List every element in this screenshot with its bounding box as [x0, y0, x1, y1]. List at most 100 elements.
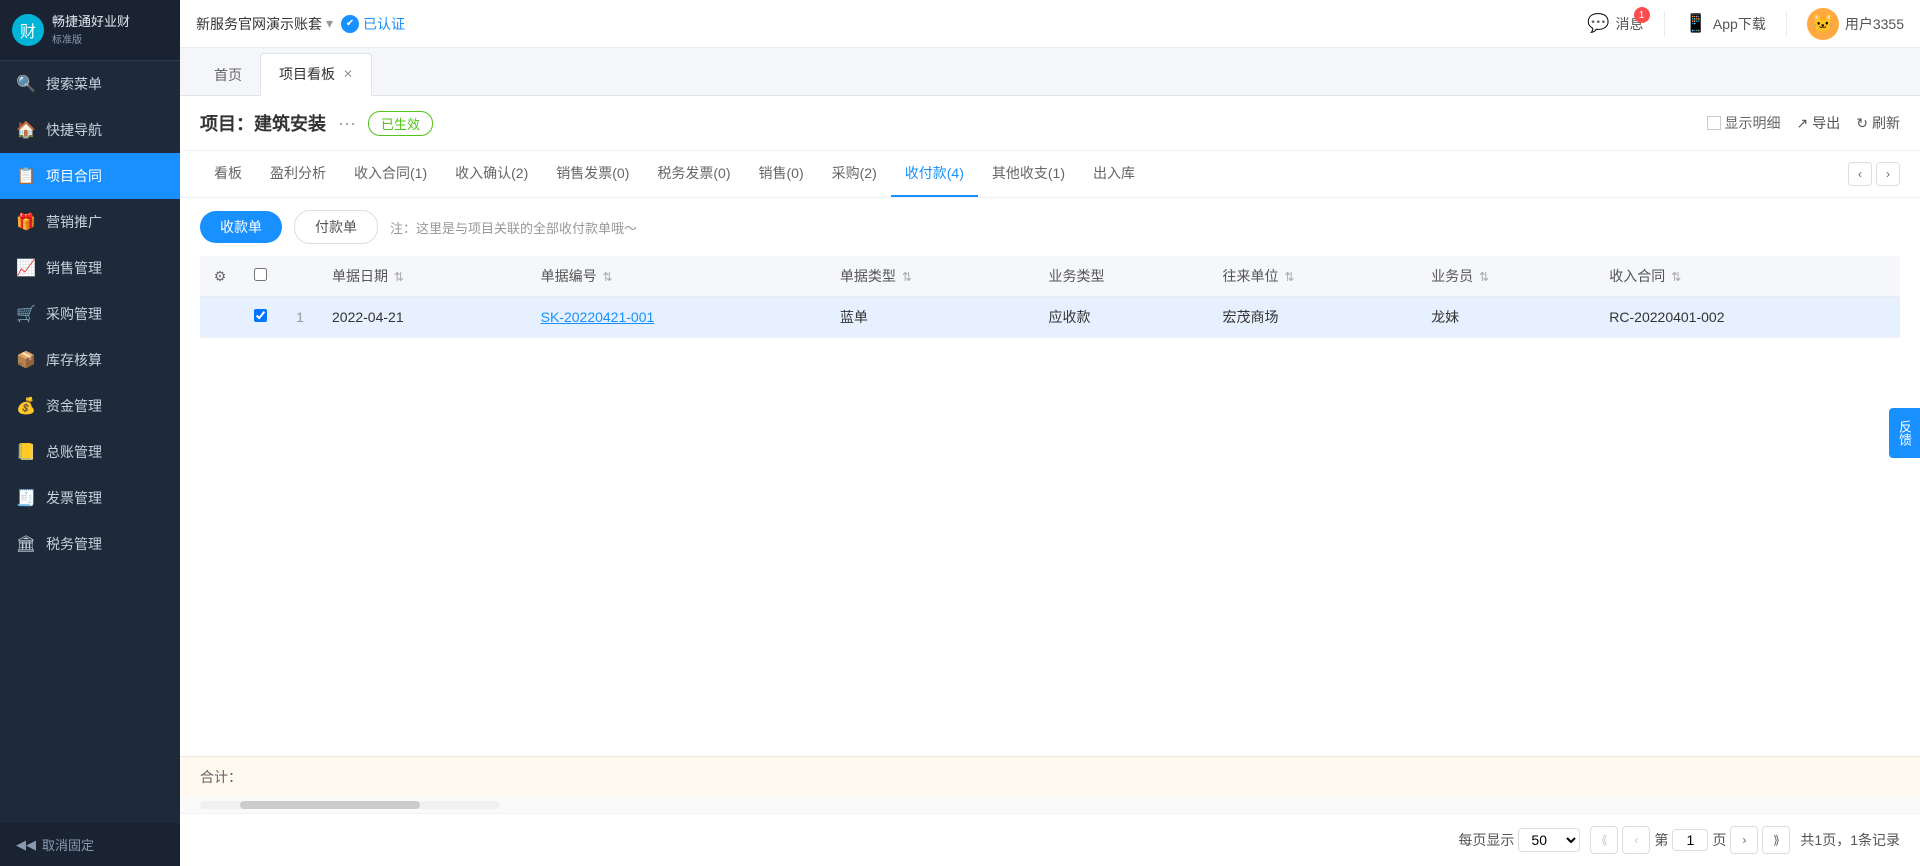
- col-date[interactable]: 单据日期 ⇅: [320, 256, 529, 297]
- sub-nav-other-expense[interactable]: 其他收支(1): [978, 151, 1079, 197]
- sub-nav: 看板 盈利分析 收入合同(1) 收入确认(2) 销售发票(0) 税务发票(0) …: [180, 151, 1920, 198]
- contract-sort-icon: ⇅: [1671, 270, 1681, 284]
- salesman-sort-icon: ⇅: [1479, 270, 1489, 284]
- sub-nav-sales-invoice[interactable]: 销售发票(0): [542, 151, 643, 197]
- tab-home[interactable]: 首页: [196, 55, 260, 95]
- row-checkbox[interactable]: [254, 309, 267, 322]
- col-code[interactable]: 单据编号 ⇅: [529, 256, 828, 297]
- tab-close-button[interactable]: ✕: [343, 67, 353, 81]
- sub-nav-income-confirm[interactable]: 收入确认(2): [441, 151, 542, 197]
- scrollbar-row: [180, 797, 1920, 813]
- detail-checkbox-box: [1707, 116, 1721, 130]
- gift-icon: 🎁: [16, 212, 36, 232]
- sub-nav-tax-invoice[interactable]: 税务发票(0): [643, 151, 744, 197]
- project-title: 项目：建筑安装: [200, 110, 326, 136]
- next-page-button[interactable]: ›: [1730, 826, 1758, 854]
- col-income-contract[interactable]: 收入合同 ⇅: [1597, 256, 1900, 297]
- export-button[interactable]: ↗ 导出: [1797, 113, 1841, 133]
- total-label: 合计：: [200, 767, 242, 787]
- row-income-contract-cell: RC-20220401-002: [1597, 297, 1900, 338]
- col-partner[interactable]: 往来单位 ⇅: [1210, 256, 1419, 297]
- tab-note: 注：这里是与项目关联的全部收付款单哦～: [390, 218, 637, 237]
- sidebar-item-project[interactable]: 📋 项目合同: [0, 153, 180, 199]
- receipt-tab-button[interactable]: 收款单: [200, 211, 282, 243]
- user-menu[interactable]: 🐱 用户3355: [1807, 8, 1904, 40]
- sidebar-unpin[interactable]: ◀◀ 取消固定: [0, 823, 180, 866]
- sidebar-item-sales[interactable]: 📈 销售管理: [0, 245, 180, 291]
- prev-page-button[interactable]: ‹: [1622, 826, 1650, 854]
- code-sort-icon: ⇅: [603, 270, 613, 284]
- row-code-cell[interactable]: SK-20220421-001: [529, 297, 828, 338]
- col-type[interactable]: 单据类型 ⇅: [828, 256, 1037, 297]
- sidebar-item-ledger[interactable]: 📒 总账管理: [0, 429, 180, 475]
- page-content: 项目：建筑安装 ··· 已生效 显示明细 ↗ 导出 ↻ 刷新: [180, 96, 1920, 866]
- sidebar-item-quick-nav[interactable]: 🏠 快捷导航: [0, 107, 180, 153]
- page-number-input[interactable]: [1672, 829, 1708, 851]
- type-sort-icon: ⇅: [902, 270, 912, 284]
- topbar-right: 💬 消息 1 📱 App下载 🐱 用户3355: [1587, 8, 1904, 40]
- row-partner-cell: 宏茂商场: [1210, 297, 1419, 338]
- sub-nav-inout[interactable]: 出入库: [1079, 151, 1149, 197]
- sub-nav-payment[interactable]: 收付款(4): [891, 151, 978, 197]
- message-badge: 1: [1634, 7, 1650, 23]
- logo-text: 畅捷通好业财 标准版: [52, 14, 130, 46]
- export-icon: ↗: [1797, 115, 1809, 132]
- refresh-button[interactable]: ↻ 刷新: [1856, 113, 1900, 133]
- sidebar-item-invoice[interactable]: 🧾 发票管理: [0, 475, 180, 521]
- tab-project-board[interactable]: 项目看板 ✕: [260, 53, 372, 96]
- more-options-button[interactable]: ···: [338, 113, 356, 134]
- sub-nav-arrows: ‹ ›: [1848, 162, 1900, 186]
- horizontal-scrollbar[interactable]: [200, 801, 500, 809]
- receipt-link[interactable]: SK-20220421-001: [541, 309, 655, 325]
- sidebar-logo: 财 畅捷通好业财 标准版: [0, 0, 180, 61]
- feedback-button[interactable]: 反馈: [1889, 408, 1920, 458]
- page-navigation: ⟪ ‹ 第 页 › ⟫: [1590, 826, 1790, 854]
- sub-nav-profit[interactable]: 盈利分析: [256, 151, 340, 197]
- sidebar-item-finance[interactable]: 💰 资金管理: [0, 383, 180, 429]
- select-all-checkbox[interactable]: [254, 268, 267, 281]
- row-date-cell: 2022-04-21: [320, 297, 529, 338]
- sidebar-item-inventory[interactable]: 📦 库存核算: [0, 337, 180, 383]
- sub-nav-income-contract[interactable]: 收入合同(1): [340, 151, 441, 197]
- sidebar-item-purchase[interactable]: 🛒 采购管理: [0, 291, 180, 337]
- first-page-button[interactable]: ⟪: [1590, 826, 1618, 854]
- app-download-button[interactable]: 📱 App下载: [1685, 13, 1766, 34]
- account-dropdown-arrow: ▾: [326, 15, 333, 32]
- project-icon: 📋: [16, 166, 36, 186]
- show-detail-checkbox[interactable]: 显示明细: [1707, 113, 1781, 133]
- sub-nav-kanban[interactable]: 看板: [200, 151, 256, 197]
- topbar-left: 新服务官网演示账套 ▾ ✔ 已认证: [196, 14, 405, 34]
- partner-sort-icon: ⇅: [1284, 270, 1294, 284]
- nav-prev-button[interactable]: ‹: [1848, 162, 1872, 186]
- total-pages-info: 共1页，1条记录: [1800, 830, 1900, 850]
- last-page-button[interactable]: ⟫: [1762, 826, 1790, 854]
- messages-button[interactable]: 💬 消息 1: [1587, 13, 1643, 34]
- scrollbar-thumb: [240, 801, 420, 809]
- home-icon: 🏠: [16, 120, 36, 140]
- col-num: [280, 256, 320, 297]
- shield-icon: ✔: [341, 15, 359, 33]
- row-num-cell: 1: [280, 297, 320, 338]
- sub-nav-sales[interactable]: 销售(0): [745, 151, 818, 197]
- sidebar-item-tax[interactable]: 🏛 税务管理: [0, 521, 180, 567]
- refresh-icon: ↻: [1856, 115, 1868, 132]
- account-selector[interactable]: 新服务官网演示账套 ▾: [196, 14, 333, 34]
- col-settings: ⚙: [200, 256, 240, 297]
- date-sort-icon: ⇅: [394, 270, 404, 284]
- sub-nav-purchase[interactable]: 采购(2): [818, 151, 891, 197]
- finance-icon: 💰: [16, 396, 36, 416]
- project-actions: 显示明细 ↗ 导出 ↻ 刷新: [1707, 113, 1900, 133]
- table-row: 1 2022-04-21 SK-20220421-001 蓝单 应收款 宏茂商场…: [200, 297, 1900, 338]
- settings-icon[interactable]: ⚙: [214, 268, 227, 284]
- col-biz-type: 业务类型: [1037, 256, 1211, 297]
- page-size-select[interactable]: 50 100 200: [1518, 828, 1580, 852]
- col-salesman[interactable]: 业务员 ⇅: [1419, 256, 1597, 297]
- table-container: ⚙ 单据日期 ⇅ 单据编号 ⇅: [180, 256, 1920, 756]
- topbar-divider2: [1786, 12, 1787, 36]
- data-table: ⚙ 单据日期 ⇅ 单据编号 ⇅: [200, 256, 1900, 338]
- sidebar-item-search[interactable]: 🔍 搜索菜单: [0, 61, 180, 107]
- topbar: 新服务官网演示账套 ▾ ✔ 已认证 💬 消息 1 📱 App下载 🐱 用户: [180, 0, 1920, 48]
- nav-next-button[interactable]: ›: [1876, 162, 1900, 186]
- payment-tab-button[interactable]: 付款单: [294, 210, 378, 244]
- sidebar-item-marketing[interactable]: 🎁 营销推广: [0, 199, 180, 245]
